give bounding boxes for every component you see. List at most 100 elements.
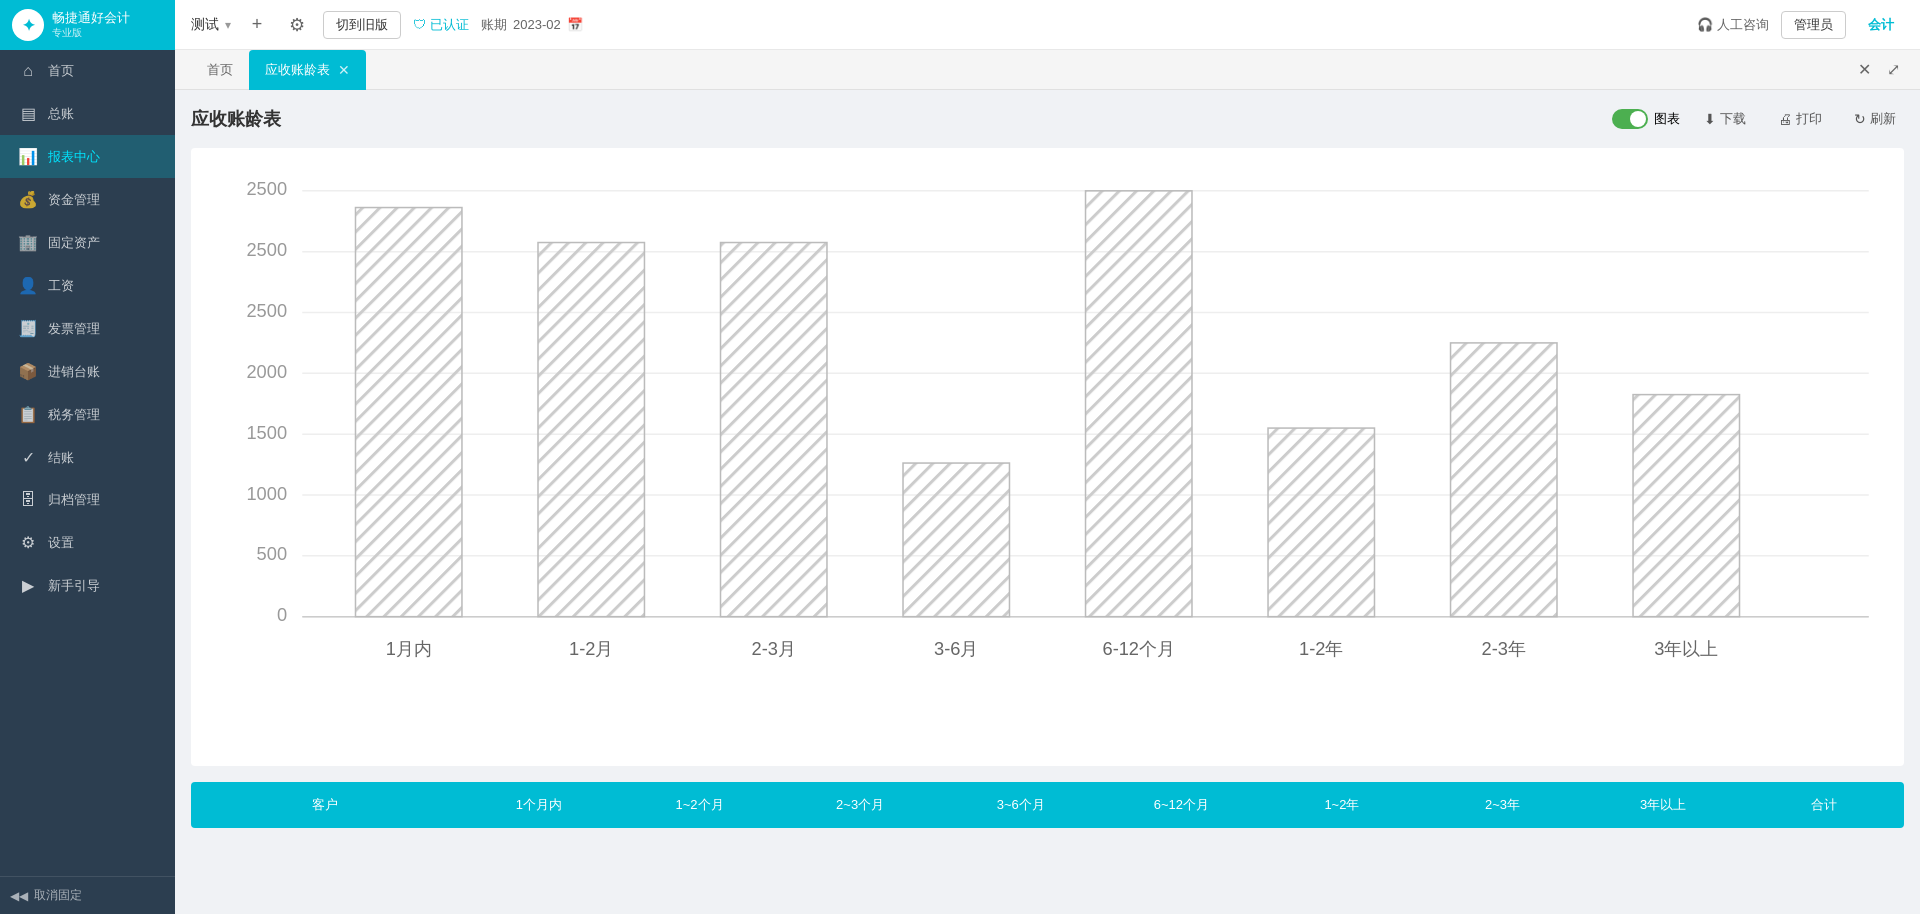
print-label: 打印 <box>1796 110 1822 128</box>
col-3-6month: 3~6个月 <box>940 782 1101 828</box>
auth-label: 已认证 <box>430 16 469 34</box>
home-icon: ⌂ <box>18 62 38 80</box>
bar-chart: 2500 2500 2500 2000 1500 1000 500 0 <box>211 168 1884 746</box>
svg-text:2-3年: 2-3年 <box>1482 638 1526 659</box>
sidebar-item-label: 报表中心 <box>48 148 100 166</box>
main-area: 测试 ▾ + ⚙ 切到旧版 🛡 已认证 账期 2023-02 📅 🎧 人工咨询 … <box>175 0 1920 914</box>
download-label: 下载 <box>1720 110 1746 128</box>
sidebar-nav: ⌂ 首页 ▤ 总账 📊 报表中心 💰 资金管理 🏢 固定资产 👤 工资 🧾 发票… <box>0 50 175 876</box>
refresh-label: 刷新 <box>1870 110 1896 128</box>
svg-text:2000: 2000 <box>246 361 287 382</box>
sidebar-item-payroll[interactable]: 👤 工资 <box>0 264 175 307</box>
svg-text:3-6月: 3-6月 <box>934 638 978 659</box>
svg-text:1000: 1000 <box>246 483 287 504</box>
topbar: 测试 ▾ + ⚙ 切到旧版 🛡 已认证 账期 2023-02 📅 🎧 人工咨询 … <box>175 0 1920 50</box>
col-over3year: 3年以上 <box>1583 782 1744 828</box>
sidebar-item-label: 结账 <box>48 449 74 467</box>
sidebar-item-label: 税务管理 <box>48 406 100 424</box>
sidebar-item-settings[interactable]: ⚙ 设置 <box>0 521 175 564</box>
sidebar-item-invoice[interactable]: 🧾 发票管理 <box>0 307 175 350</box>
bar-1-2年 <box>1268 428 1374 617</box>
payroll-icon: 👤 <box>18 276 38 295</box>
table-header: 客户 1个月内 1~2个月 2~3个月 3~6个月 6~12个月 1~2年 2~… <box>191 782 1904 828</box>
download-button[interactable]: ⬇ 下载 <box>1696 106 1754 132</box>
workspace-name: 测试 <box>191 16 219 34</box>
svg-text:1-2月: 1-2月 <box>569 638 613 659</box>
download-icon: ⬇ <box>1704 111 1716 127</box>
sidebar-item-inventory[interactable]: 📦 进销台账 <box>0 350 175 393</box>
chart-toggle[interactable] <box>1612 109 1648 129</box>
svg-text:2-3月: 2-3月 <box>752 638 796 659</box>
ledger-icon: ▤ <box>18 104 38 123</box>
sidebar-item-label: 总账 <box>48 105 74 123</box>
refresh-button[interactable]: ↻ 刷新 <box>1846 106 1904 132</box>
closing-icon: ✓ <box>18 448 38 467</box>
close-panel-button[interactable]: ✕ <box>1854 56 1875 83</box>
col-1month: 1个月内 <box>459 782 620 828</box>
period-display: 账期 2023-02 📅 <box>481 16 583 34</box>
print-button[interactable]: 🖨 打印 <box>1770 106 1830 132</box>
sidebar-item-guide[interactable]: ▶ 新手引导 <box>0 564 175 607</box>
sidebar-item-archive[interactable]: 🗄 归档管理 <box>0 479 175 521</box>
close-icon: ✕ <box>1858 61 1871 78</box>
app-name: 畅捷通好会计 <box>52 10 130 27</box>
role-button[interactable]: 会计 <box>1858 12 1904 38</box>
inventory-icon: 📦 <box>18 362 38 381</box>
tab-aging[interactable]: 应收账龄表 ✕ <box>249 50 366 90</box>
add-button[interactable]: + <box>243 11 271 39</box>
sidebar-item-home[interactable]: ⌂ 首页 <box>0 50 175 92</box>
sidebar-item-label: 工资 <box>48 277 74 295</box>
chart-toggle-wrap: 图表 <box>1612 109 1680 129</box>
sidebar-item-label: 发票管理 <box>48 320 100 338</box>
svg-text:2500: 2500 <box>246 239 287 260</box>
page-actions: 图表 ⬇ 下载 🖨 打印 ↻ 刷新 <box>1612 106 1904 132</box>
sidebar: ✦ 畅捷通好会计 专业版 ⌂ 首页 ▤ 总账 📊 报表中心 💰 资金管理 🏢 固… <box>0 0 175 914</box>
sidebar-item-ledger[interactable]: ▤ 总账 <box>0 92 175 135</box>
shield-icon: 🛡 <box>413 17 426 32</box>
unpin-button[interactable]: ◀◀ 取消固定 <box>0 876 175 914</box>
archive-icon: 🗄 <box>18 491 38 509</box>
sidebar-item-label: 首页 <box>48 62 74 80</box>
svg-text:3年以上: 3年以上 <box>1654 638 1718 659</box>
consult-button[interactable]: 🎧 人工咨询 <box>1697 16 1769 34</box>
col-total: 合计 <box>1743 782 1904 828</box>
topbar-right: 🎧 人工咨询 管理员 会计 <box>1697 11 1904 39</box>
tab-home[interactable]: 首页 <box>191 50 249 90</box>
col-customer: 客户 <box>191 782 459 828</box>
sidebar-item-label: 新手引导 <box>48 577 100 595</box>
svg-text:1-2年: 1-2年 <box>1299 638 1343 659</box>
sidebar-item-reports[interactable]: 📊 报表中心 <box>0 135 175 178</box>
tab-close-icon[interactable]: ✕ <box>338 63 350 77</box>
tabbar: 首页 应收账龄表 ✕ ✕ ⤢ <box>175 50 1920 90</box>
tab-home-label: 首页 <box>207 61 233 79</box>
print-icon: 🖨 <box>1778 111 1792 127</box>
settings-button[interactable]: ⚙ <box>283 11 311 39</box>
sidebar-item-funds[interactable]: 💰 资金管理 <box>0 178 175 221</box>
calendar-icon[interactable]: 📅 <box>567 17 583 32</box>
chart-container: 2500 2500 2500 2000 1500 1000 500 0 <box>191 148 1904 766</box>
logo-icon: ✦ <box>12 9 44 41</box>
bar-3年以上 <box>1633 395 1739 617</box>
period-text: 账期 <box>481 16 507 34</box>
bar-1月内 <box>355 208 461 617</box>
sidebar-item-assets[interactable]: 🏢 固定资产 <box>0 221 175 264</box>
user-button[interactable]: 管理员 <box>1781 11 1846 39</box>
chevron-down-icon: ▾ <box>225 18 231 32</box>
headset-icon: 🎧 <box>1697 17 1713 32</box>
svg-text:0: 0 <box>277 604 287 625</box>
workspace-selector[interactable]: 测试 ▾ <box>191 16 231 34</box>
sidebar-item-closing[interactable]: ✓ 结账 <box>0 436 175 479</box>
expand-button[interactable]: ⤢ <box>1883 56 1904 83</box>
sidebar-item-tax[interactable]: 📋 税务管理 <box>0 393 175 436</box>
assets-icon: 🏢 <box>18 233 38 252</box>
svg-text:6-12个月: 6-12个月 <box>1102 638 1175 659</box>
svg-text:2500: 2500 <box>246 300 287 321</box>
refresh-icon: ↻ <box>1854 111 1866 127</box>
page-header: 应收账龄表 图表 ⬇ 下载 🖨 打印 ↻ 刷新 <box>191 106 1904 132</box>
period-value: 2023-02 <box>513 17 561 32</box>
tab-aging-label: 应收账龄表 <box>265 61 330 79</box>
add-icon: + <box>252 14 263 35</box>
sidebar-item-label: 归档管理 <box>48 491 100 509</box>
gear-icon: ⚙ <box>289 14 305 36</box>
switch-version-button[interactable]: 切到旧版 <box>323 11 401 39</box>
